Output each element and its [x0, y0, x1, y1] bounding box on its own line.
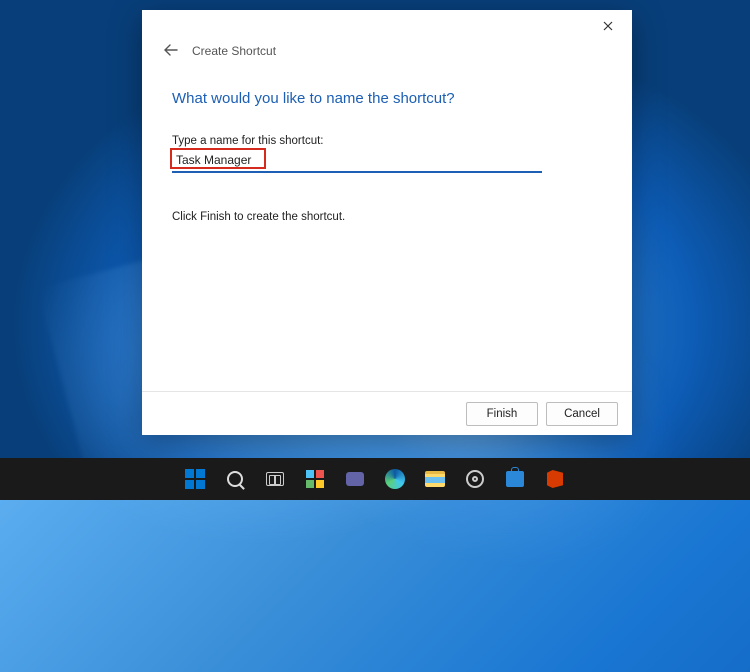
finish-button[interactable]: Finish [466, 402, 538, 426]
task-view-icon [266, 472, 284, 486]
store-icon [506, 471, 524, 487]
windows-logo-icon [185, 469, 205, 489]
edge-button[interactable] [378, 462, 412, 496]
start-button[interactable] [178, 462, 212, 496]
task-view-button[interactable] [258, 462, 292, 496]
office-button[interactable] [538, 462, 572, 496]
cancel-button[interactable]: Cancel [546, 402, 618, 426]
input-wrapper [172, 150, 542, 173]
taskbar [0, 458, 750, 500]
close-button[interactable] [588, 12, 628, 40]
dialog-titlebar [142, 10, 632, 42]
widgets-icon [306, 470, 324, 488]
back-button[interactable] [160, 41, 182, 61]
office-icon [547, 470, 563, 488]
field-label: Type a name for this shortcut: [172, 135, 602, 147]
dialog-header: Create Shortcut [142, 42, 632, 64]
back-arrow-icon [164, 44, 178, 56]
search-button[interactable] [218, 462, 252, 496]
chat-button[interactable] [338, 462, 372, 496]
dialog-title: Create Shortcut [192, 44, 276, 58]
file-explorer-button[interactable] [418, 462, 452, 496]
store-button[interactable] [498, 462, 532, 496]
search-icon [227, 471, 243, 487]
dialog-content: What would you like to name the shortcut… [142, 64, 632, 391]
widgets-button[interactable] [298, 462, 332, 496]
helper-text: Click Finish to create the shortcut. [172, 211, 602, 223]
gear-icon [466, 470, 484, 488]
create-shortcut-dialog: Create Shortcut What would you like to n… [142, 10, 632, 435]
close-icon [603, 21, 613, 31]
settings-button[interactable] [458, 462, 492, 496]
main-heading: What would you like to name the shortcut… [172, 90, 602, 107]
edge-icon [385, 469, 405, 489]
shortcut-name-input[interactable] [172, 150, 542, 173]
folder-icon [425, 471, 445, 487]
chat-icon [346, 472, 364, 486]
dialog-footer: Finish Cancel [142, 391, 632, 435]
